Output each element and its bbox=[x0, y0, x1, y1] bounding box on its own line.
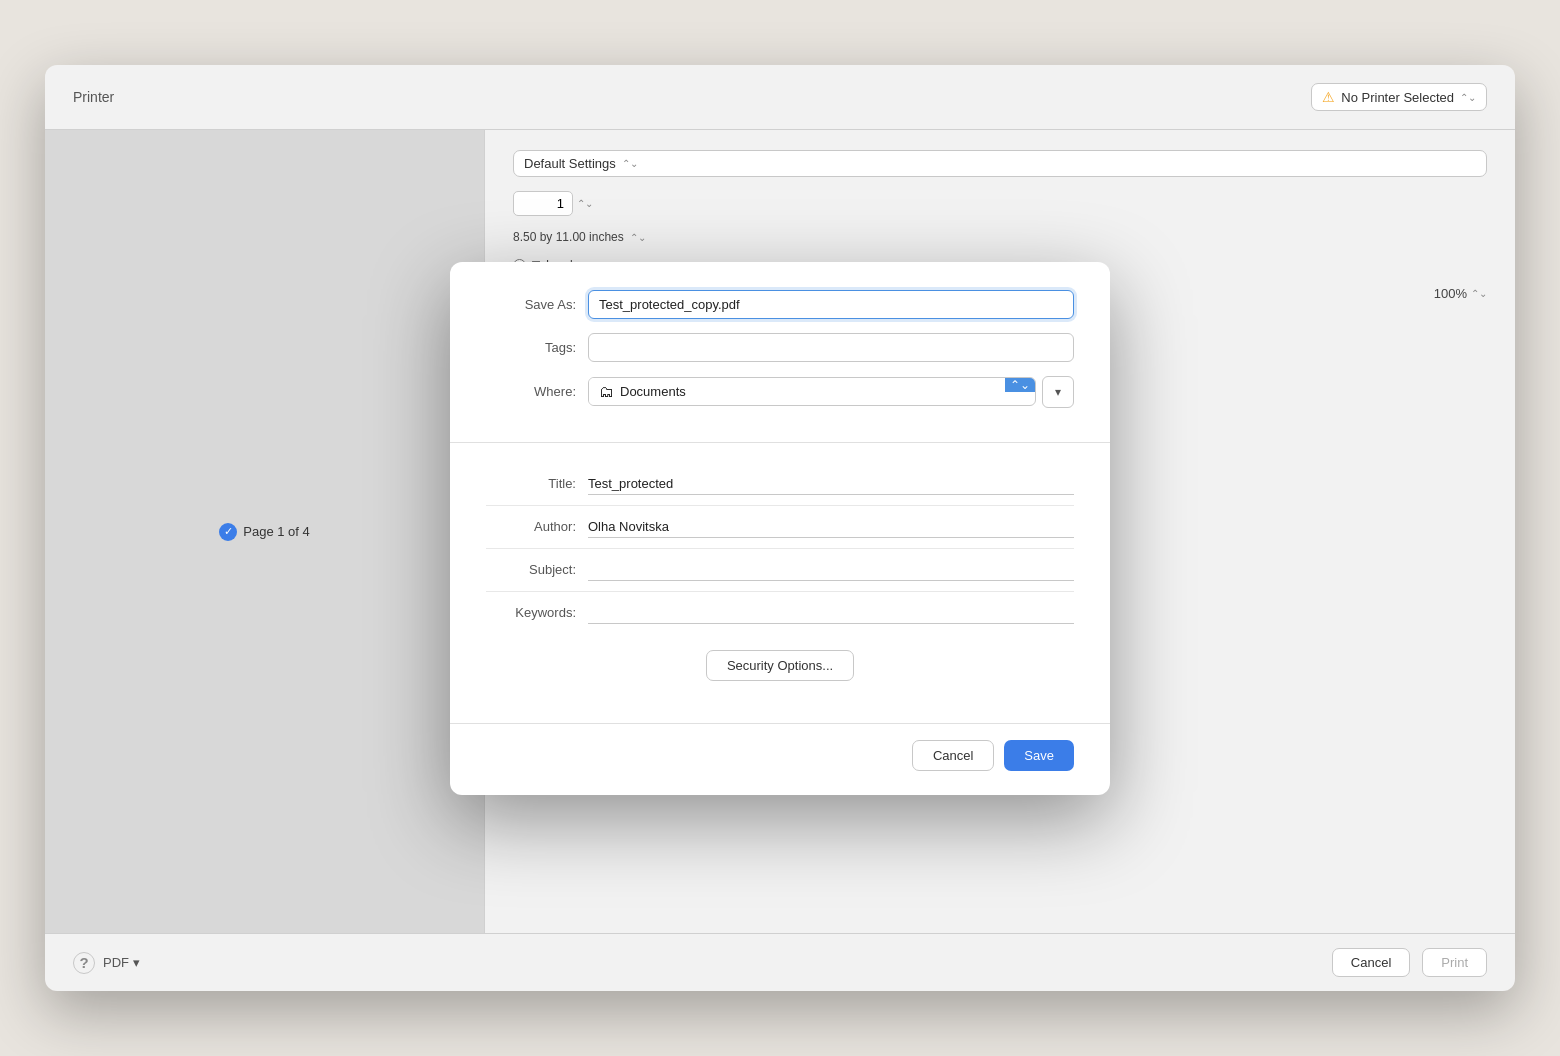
where-label: Where: bbox=[486, 384, 576, 399]
save-dialog-footer: Cancel Save bbox=[450, 723, 1110, 771]
save-as-input[interactable] bbox=[588, 290, 1074, 319]
author-input[interactable] bbox=[588, 516, 1074, 538]
title-row: Title: bbox=[486, 463, 1074, 506]
save-dialog: Save As: Tags: Where: 🗂 Documents ⌃⌄ ▾ bbox=[450, 262, 1110, 795]
section-divider bbox=[450, 442, 1110, 443]
keywords-row: Keywords: bbox=[486, 592, 1074, 634]
metadata-section: Title: Author: Subject: Keywords: Securi… bbox=[450, 463, 1110, 707]
cancel-button[interactable]: Cancel bbox=[912, 740, 994, 771]
where-selector[interactable]: 🗂 Documents ⌃⌄ bbox=[588, 377, 1036, 406]
save-as-section: Save As: Tags: Where: 🗂 Documents ⌃⌄ ▾ bbox=[450, 290, 1110, 442]
tags-label: Tags: bbox=[486, 340, 576, 355]
author-label: Author: bbox=[486, 519, 576, 534]
tags-row: Tags: bbox=[486, 333, 1074, 362]
security-options-button[interactable]: Security Options... bbox=[706, 650, 854, 681]
save-button[interactable]: Save bbox=[1004, 740, 1074, 771]
save-as-label: Save As: bbox=[486, 297, 576, 312]
subject-row: Subject: bbox=[486, 549, 1074, 592]
where-folder[interactable]: 🗂 Documents bbox=[589, 378, 1005, 405]
keywords-input[interactable] bbox=[588, 602, 1074, 624]
title-input[interactable] bbox=[588, 473, 1074, 495]
title-label: Title: bbox=[486, 476, 576, 491]
author-row: Author: bbox=[486, 506, 1074, 549]
where-row: Where: 🗂 Documents ⌃⌄ ▾ bbox=[486, 376, 1074, 408]
where-value: Documents bbox=[620, 384, 686, 399]
tags-input[interactable] bbox=[588, 333, 1074, 362]
keywords-label: Keywords: bbox=[486, 605, 576, 620]
modal-overlay: Save As: Tags: Where: 🗂 Documents ⌃⌄ ▾ bbox=[0, 0, 1560, 1056]
where-arrows-icon[interactable]: ⌃⌄ bbox=[1005, 378, 1035, 392]
subject-input[interactable] bbox=[588, 559, 1074, 581]
where-expand-button[interactable]: ▾ bbox=[1042, 376, 1074, 408]
save-as-row: Save As: bbox=[486, 290, 1074, 319]
subject-label: Subject: bbox=[486, 562, 576, 577]
folder-icon: 🗂 bbox=[599, 383, 614, 400]
